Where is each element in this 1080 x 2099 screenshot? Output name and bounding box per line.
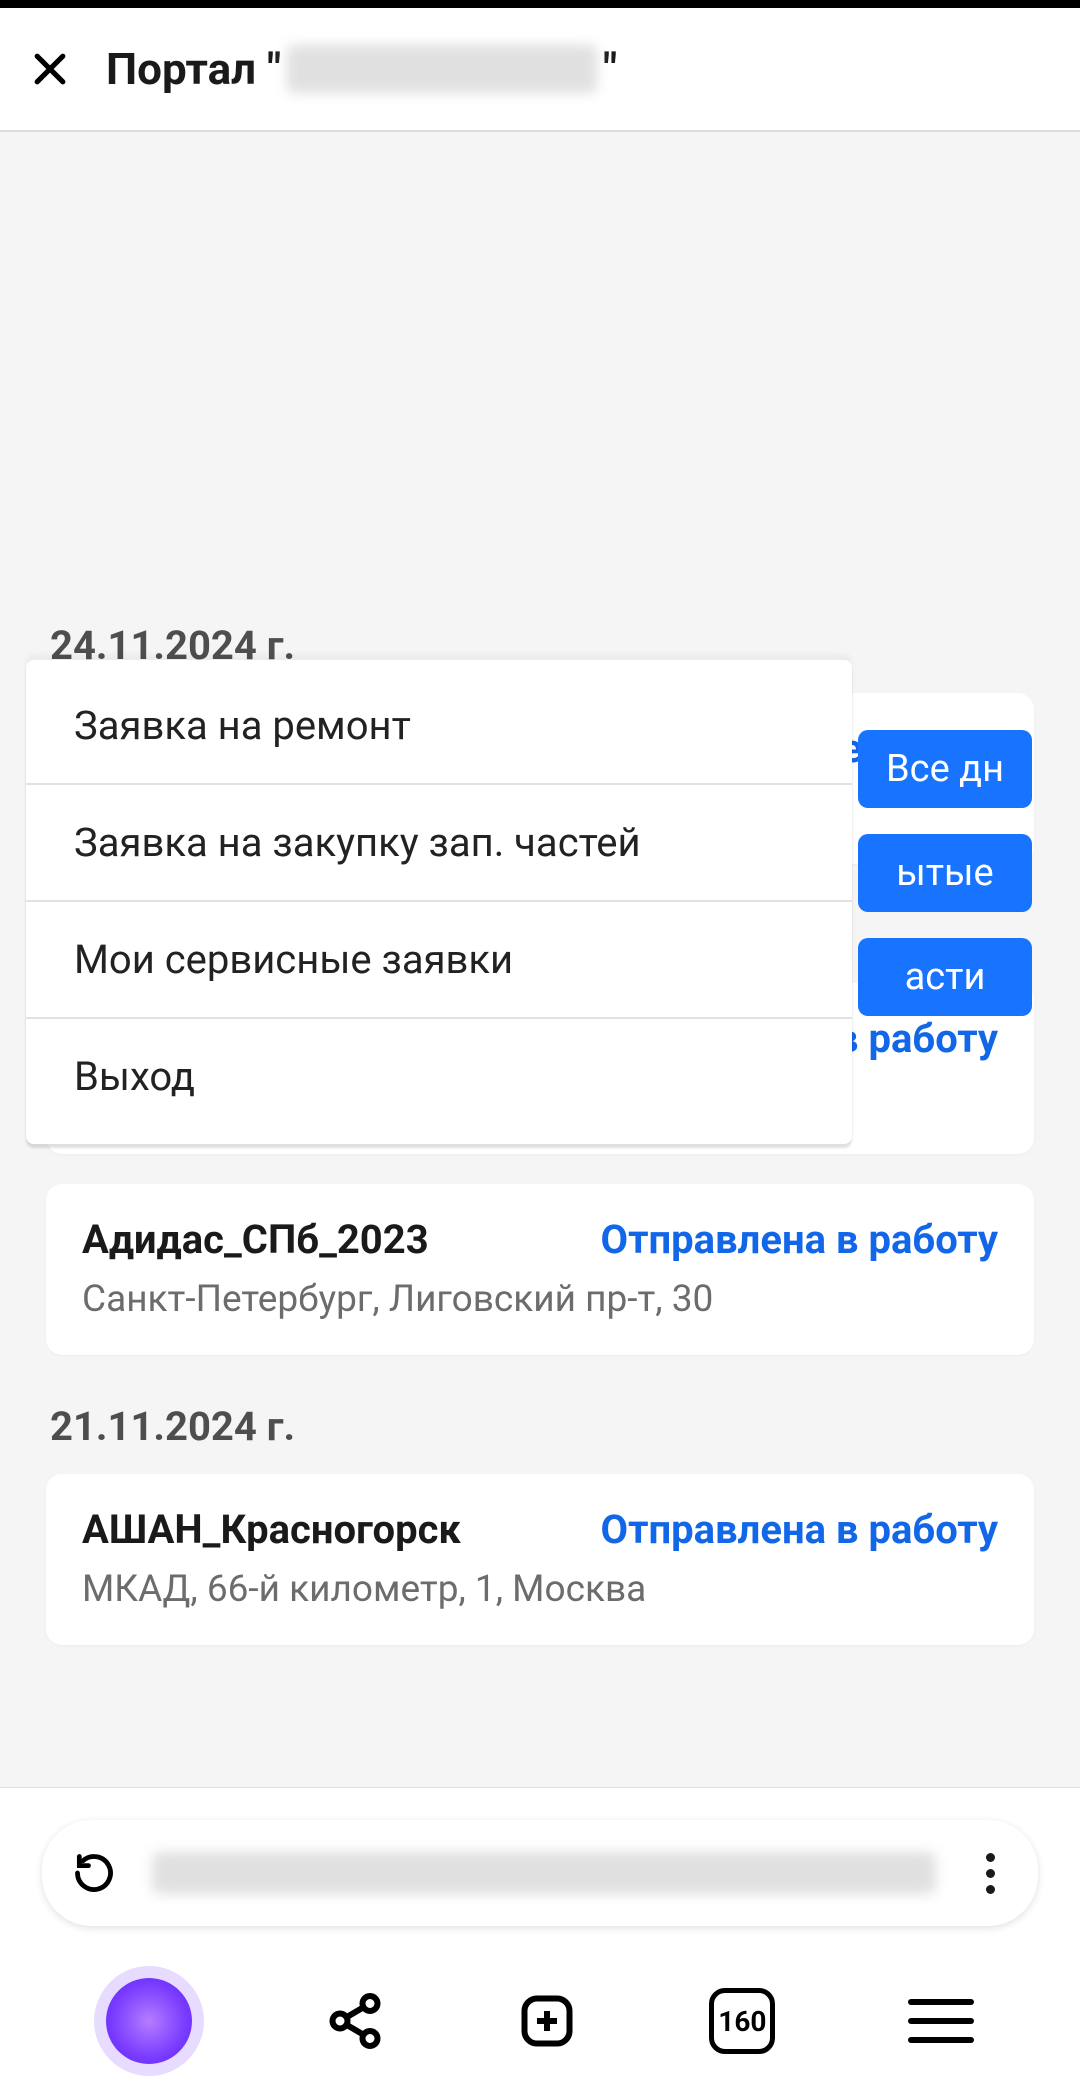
date-header: 21.11.2024 г.	[50, 1403, 1056, 1450]
card-name: АШАН_Красногорск	[82, 1506, 461, 1553]
filter-button[interactable]: Все дн	[858, 730, 1032, 808]
filter-button-label: ытые	[896, 851, 993, 895]
filter-button-label: Все дн	[886, 747, 1004, 791]
kebab-menu-icon[interactable]	[972, 1851, 1008, 1895]
dropdown-menu: Заявка на ремонт Заявка на закупку зап. …	[26, 660, 852, 1144]
dropdown-item-repair-request[interactable]: Заявка на ремонт	[26, 660, 852, 785]
content-area: Все дн ытые асти 24.11.2024 г. Адидас_СП…	[0, 622, 1080, 1645]
filter-button-label: асти	[905, 955, 986, 999]
tabs-count[interactable]: 160	[709, 1988, 775, 2054]
new-tab-icon[interactable]	[517, 1991, 577, 2051]
filter-button[interactable]: ытые	[858, 834, 1032, 912]
card-address: Санкт-Петербург, Лиговский пр-т, 30	[82, 1275, 998, 1325]
dropdown-item-exit[interactable]: Выход	[26, 1019, 852, 1144]
app-title: Портал " "	[106, 43, 617, 95]
share-icon[interactable]	[325, 1991, 385, 2051]
app-title-blur	[287, 45, 597, 93]
filter-button[interactable]: асти	[858, 938, 1032, 1016]
status-bar	[0, 0, 1080, 8]
app-title-prefix: Портал "	[106, 43, 281, 95]
hamburger-menu-icon[interactable]	[908, 1999, 974, 2043]
app-header: Портал " "	[0, 8, 1080, 132]
browser-chrome: 160	[0, 1787, 1080, 2099]
card-address: МКАД, 66-й километр, 1, Москва	[82, 1565, 998, 1615]
url-text-blur	[152, 1852, 936, 1894]
tabs-count-value: 160	[718, 2005, 766, 2038]
card-status: Отправлена в работу	[601, 1506, 999, 1553]
close-icon[interactable]	[28, 47, 72, 91]
card-name: Адидас_СПб_2023	[82, 1216, 429, 1263]
card-status: Отправлена в работу	[601, 1216, 999, 1263]
filter-buttons: Все дн ытые асти	[858, 730, 1032, 1016]
dropdown-item-parts-request[interactable]: Заявка на закупку зап. частей	[26, 785, 852, 902]
alice-icon[interactable]	[106, 1978, 192, 2064]
bottom-nav: 160	[0, 1961, 1080, 2081]
request-card[interactable]: АШАН_Красногорск Отправлена в работу МКА…	[46, 1474, 1034, 1645]
url-bar[interactable]	[42, 1820, 1038, 1926]
app-title-suffix: "	[603, 43, 617, 95]
request-card[interactable]: Адидас_СПб_2023 Отправлена в работу Санк…	[46, 1184, 1034, 1355]
reload-icon[interactable]	[72, 1851, 116, 1895]
dropdown-item-my-requests[interactable]: Мои сервисные заявки	[26, 902, 852, 1019]
